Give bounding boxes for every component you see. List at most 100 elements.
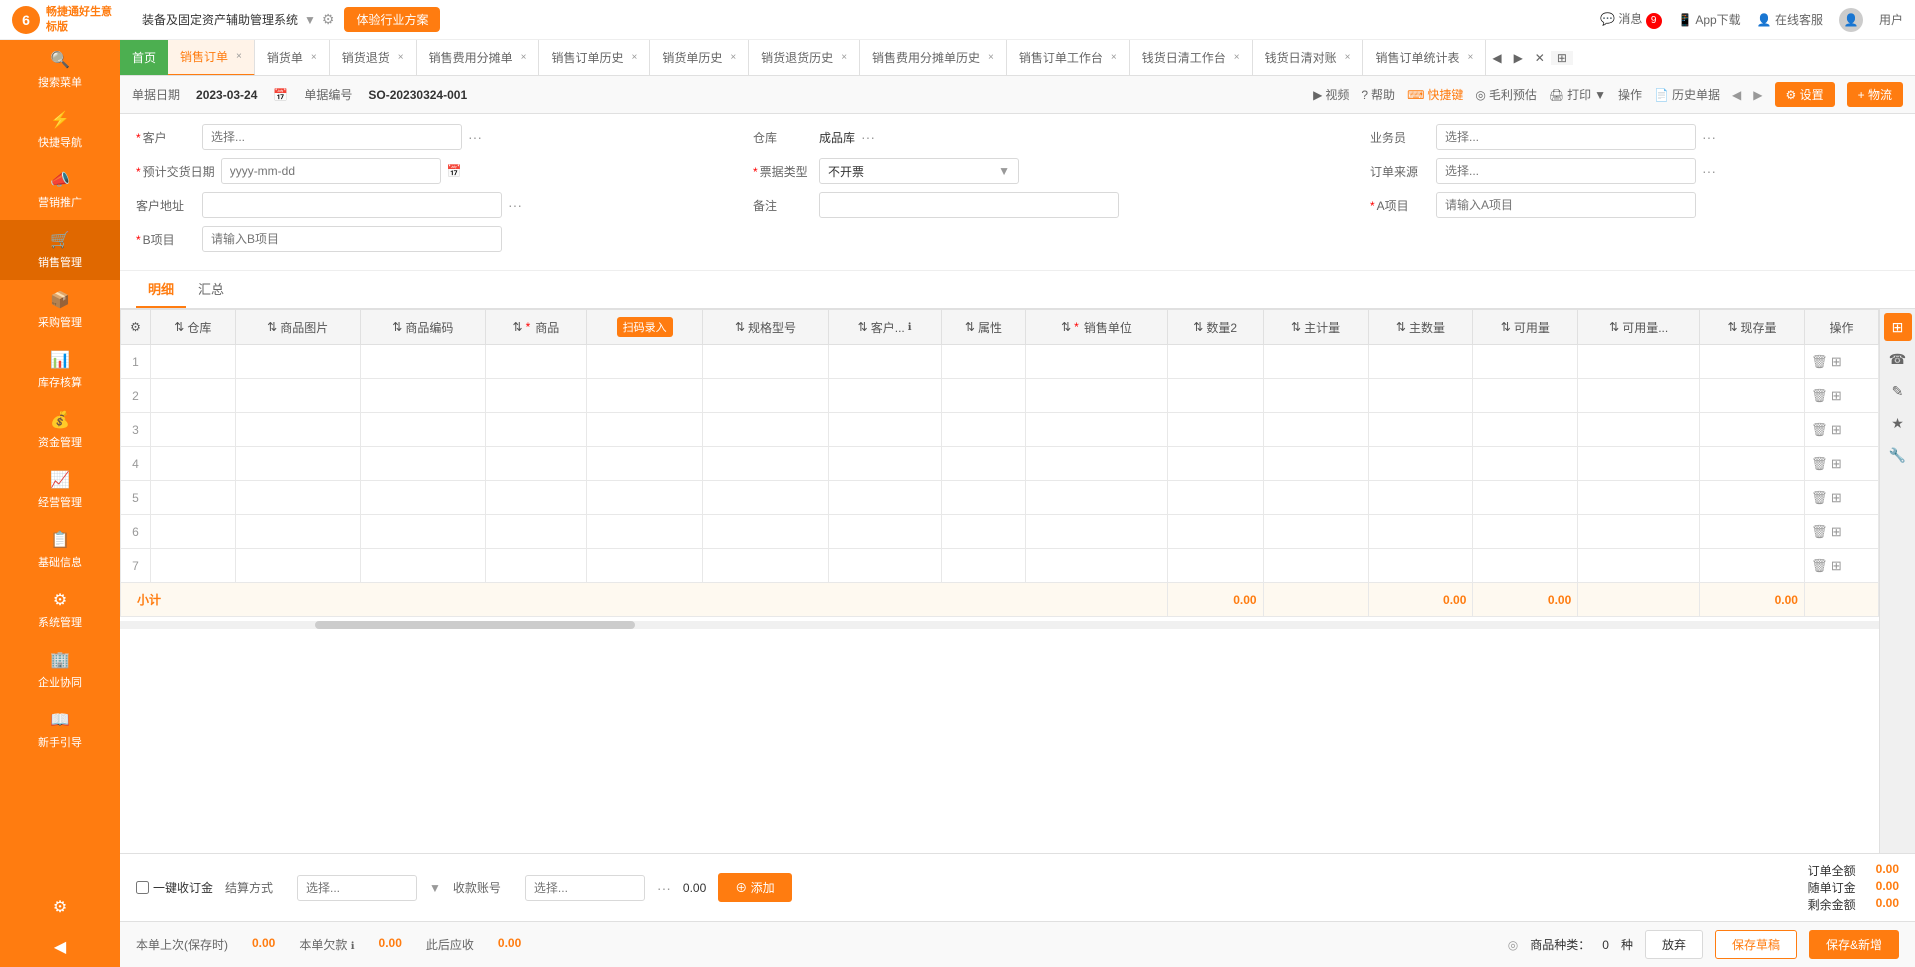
cell-main-unit-3[interactable]	[1263, 413, 1368, 447]
delivery-input[interactable]	[221, 158, 441, 184]
online-service-btn[interactable]: 👤 在线客服	[1757, 11, 1823, 28]
print-btn[interactable]: 🖨 打印 ▼	[1549, 86, 1606, 103]
tab-nav-close-all[interactable]: ✕	[1529, 51, 1551, 65]
sidebar-item-operation[interactable]: 📈 经营管理	[0, 460, 120, 520]
cell-image-3[interactable]	[235, 413, 360, 447]
next-record-btn[interactable]: ▶	[1753, 88, 1762, 102]
message-btn[interactable]: 💬 消息 9	[1600, 10, 1662, 29]
prev-record-btn[interactable]: ◀	[1732, 88, 1741, 102]
cell-available-1[interactable]	[1473, 345, 1578, 379]
tab-sales-order[interactable]: 销售订单 ×	[168, 40, 255, 76]
right-panel-tool-btn[interactable]: 🔧	[1884, 441, 1912, 469]
cell-warehouse-1[interactable]	[151, 345, 236, 379]
tab-cash-reconcile[interactable]: 钱货日清对账 ×	[1253, 40, 1364, 76]
right-panel-star-btn[interactable]: ★	[1884, 409, 1912, 437]
bank-input[interactable]	[525, 875, 645, 901]
cell-code-1[interactable]	[360, 345, 485, 379]
tab-close-sales-summary[interactable]: ×	[1467, 52, 1473, 63]
tab-nav-prev[interactable]: ◀	[1486, 51, 1507, 65]
cell-unit-2[interactable]	[1026, 379, 1168, 413]
order-source-input[interactable]	[1436, 158, 1696, 184]
col-settings-header[interactable]: ⚙	[121, 310, 151, 345]
sidebar-item-base[interactable]: 📋 基础信息	[0, 520, 120, 580]
delivery-calendar-icon[interactable]: 📅	[447, 164, 462, 178]
tab-sales-refund-history[interactable]: 销货退货历史 ×	[749, 40, 860, 76]
discard-button[interactable]: 放弃	[1645, 930, 1703, 959]
cell-attribute-3[interactable]	[941, 413, 1026, 447]
tab-close-sales-refund[interactable]: ×	[398, 52, 404, 63]
tab-sales-summary[interactable]: 销售订单统计表 ×	[1363, 40, 1486, 76]
action-btn[interactable]: 操作	[1618, 86, 1642, 103]
tab-close-sales-refund-history[interactable]: ×	[841, 52, 847, 63]
sidebar-item-inventory[interactable]: 📊 库存核算	[0, 340, 120, 400]
tab-summary[interactable]: 汇总	[186, 271, 236, 308]
tab-sales-return[interactable]: 销货单 ×	[255, 40, 330, 76]
tab-sales-refund[interactable]: 销货退货 ×	[330, 40, 417, 76]
cell-image-2[interactable]	[235, 379, 360, 413]
delete-row-4-icon[interactable]: 🗑	[1811, 456, 1828, 471]
add-top-btn[interactable]: + 物流	[1847, 82, 1903, 107]
copy-row-3-icon[interactable]: ⊞	[1831, 422, 1842, 437]
cell-warehouse-2[interactable]	[151, 379, 236, 413]
add-payment-btn[interactable]: ⊕ 添加	[718, 873, 791, 902]
address-ellipsis[interactable]: ···	[508, 197, 522, 213]
cell-image-1[interactable]	[235, 345, 360, 379]
order-source-ellipsis[interactable]: ···	[1702, 163, 1716, 179]
settings-top-btn[interactable]: ⚙ 设置	[1775, 82, 1835, 107]
tab-close-sales-workbench[interactable]: ×	[1111, 52, 1117, 63]
settings-icon[interactable]: ⚙	[322, 11, 335, 28]
customer-ellipsis[interactable]: ···	[468, 129, 482, 145]
save-new-button[interactable]: 保存&新增	[1809, 930, 1899, 959]
a-project-input[interactable]	[1436, 192, 1696, 218]
tab-sales-fee[interactable]: 销售费用分摊单 ×	[417, 40, 540, 76]
cell-warehouse-3[interactable]	[151, 413, 236, 447]
tab-sales-return-history[interactable]: 销货单历史 ×	[650, 40, 749, 76]
solution-button[interactable]: 体验行业方案	[344, 7, 440, 32]
cell-product-1[interactable]	[485, 345, 586, 379]
right-panel-edit-btn[interactable]: ✎	[1884, 377, 1912, 405]
delete-row-6-icon[interactable]: 🗑	[1811, 524, 1828, 539]
copy-row-7-icon[interactable]: ⊞	[1831, 558, 1842, 573]
cell-main-qty-1[interactable]	[1368, 345, 1473, 379]
help-btn[interactable]: ? 帮助	[1361, 86, 1395, 103]
b-project-input[interactable]	[202, 226, 502, 252]
tab-close-sales-return[interactable]: ×	[311, 52, 317, 63]
avatar-icon[interactable]: 👤	[1839, 8, 1863, 32]
tab-home[interactable]: 首页	[120, 40, 168, 76]
delete-row-7-icon[interactable]: 🗑	[1811, 558, 1828, 573]
cell-customer-code-2[interactable]	[828, 379, 941, 413]
cell-stock-3[interactable]	[1700, 413, 1805, 447]
cell-attribute-1[interactable]	[941, 345, 1026, 379]
cell-warehouse-4[interactable]	[151, 447, 236, 481]
col-settings-icon[interactable]: ⚙	[130, 320, 141, 334]
delete-row-3-icon[interactable]: 🗑	[1811, 422, 1828, 437]
cell-qty2-1[interactable]	[1167, 345, 1263, 379]
tab-close-sales-fee[interactable]: ×	[521, 52, 527, 63]
scrollbar-thumb[interactable]	[315, 621, 635, 629]
cell-customer-code-3[interactable]	[828, 413, 941, 447]
cell-main-unit-2[interactable]	[1263, 379, 1368, 413]
sidebar-item-sales[interactable]: 🛒 销售管理	[0, 220, 120, 280]
cell-unit-3[interactable]	[1026, 413, 1168, 447]
copy-row-1-icon[interactable]: ⊞	[1831, 354, 1842, 369]
cell-stock-2[interactable]	[1700, 379, 1805, 413]
cell-code-3[interactable]	[360, 413, 485, 447]
right-panel-grid-btn[interactable]: ⊞	[1884, 313, 1912, 341]
cell-attribute-2[interactable]	[941, 379, 1026, 413]
view-btn[interactable]: ▶ 视频	[1313, 86, 1349, 103]
cell-main-qty-2[interactable]	[1368, 379, 1473, 413]
sidebar-item-marketing[interactable]: 📣 营销推广	[0, 160, 120, 220]
cell-qty2-2[interactable]	[1167, 379, 1263, 413]
save-draft-button[interactable]: 保存草稿	[1715, 930, 1797, 959]
cell-qty2-3[interactable]	[1167, 413, 1263, 447]
sidebar-item-enterprise[interactable]: 🏢 企业协同	[0, 640, 120, 700]
cell-available2-3[interactable]	[1578, 413, 1700, 447]
remarks-input[interactable]	[819, 192, 1119, 218]
horizontal-scrollbar[interactable]	[120, 621, 1879, 629]
dropdown-arrow-icon[interactable]: ▼	[304, 13, 316, 27]
cell-main-unit-1[interactable]	[1263, 345, 1368, 379]
tab-sales-workbench[interactable]: 销售订单工作台 ×	[1007, 40, 1130, 76]
cell-available2-1[interactable]	[1578, 345, 1700, 379]
tab-close-cash-daily[interactable]: ×	[1234, 52, 1240, 63]
sidebar-collapse-btn[interactable]: ◀	[0, 927, 120, 967]
